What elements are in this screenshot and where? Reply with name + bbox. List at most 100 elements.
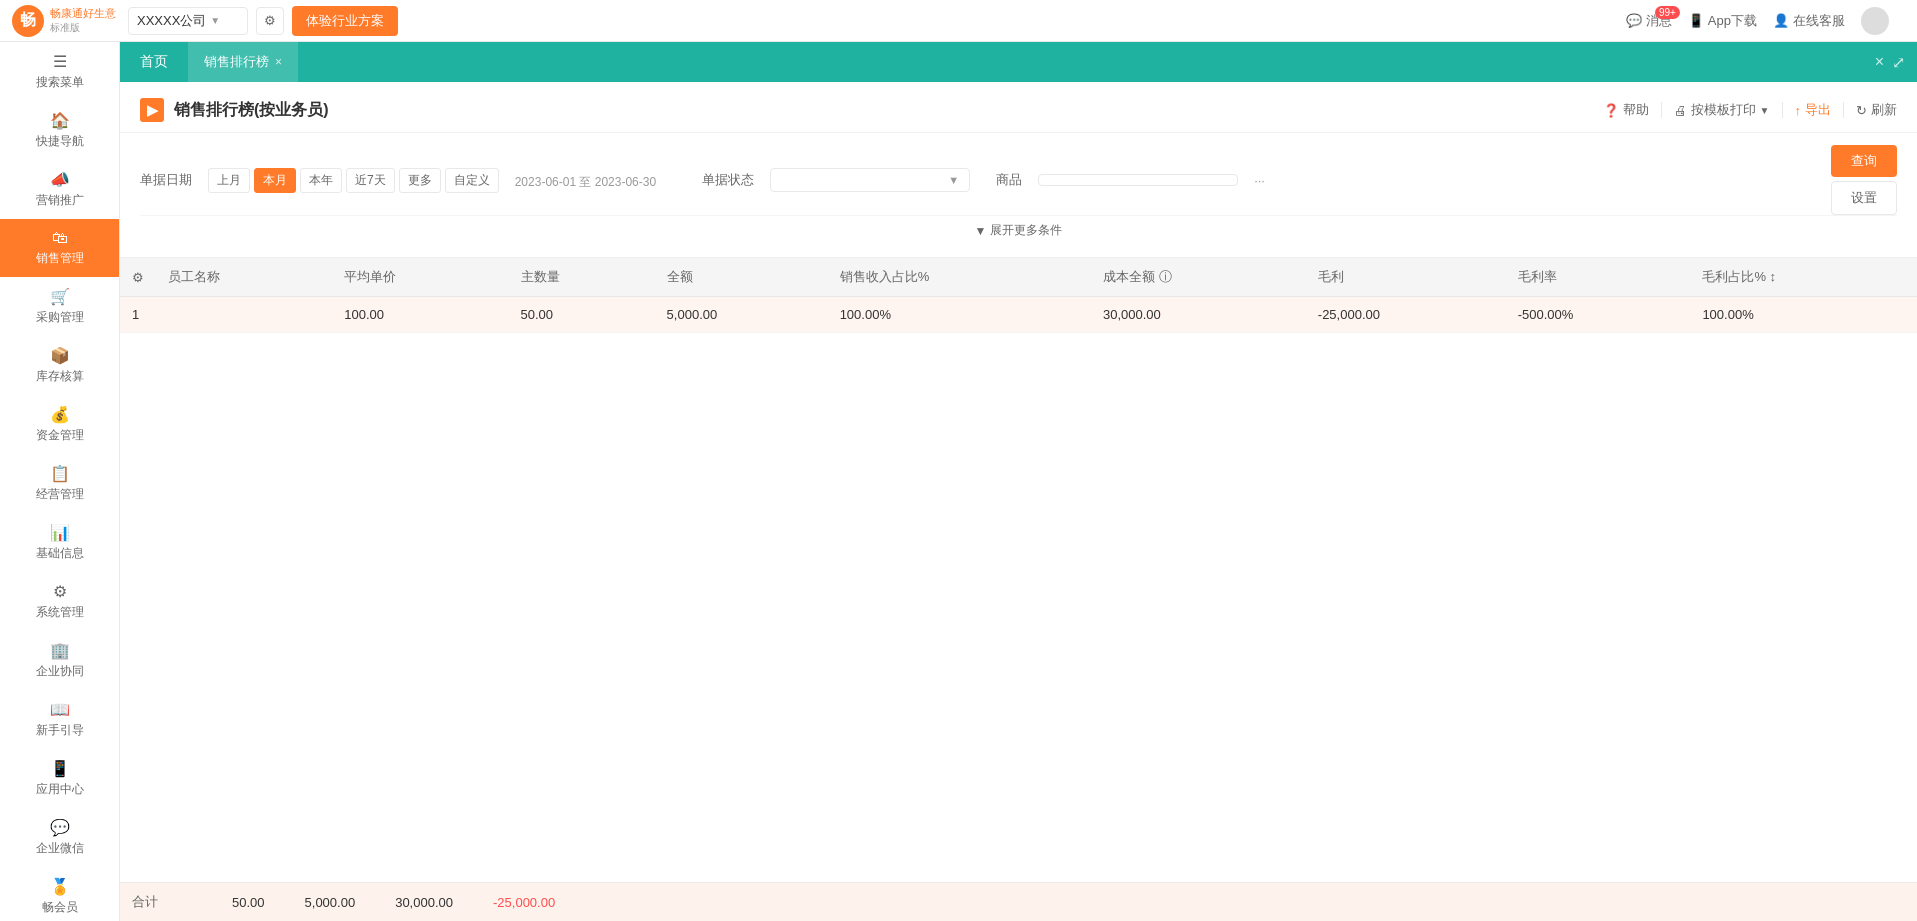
help-btn[interactable]: ❓ 帮助 [1603,101,1649,119]
filter-bar: 单据日期 上月 本月 本年 近7天 更多 自定义 2023-06-01 至 20… [120,133,1917,258]
tab-close-btn[interactable]: × [1875,53,1884,71]
footer-label: 合计 [132,893,192,911]
sidebar-item-purchase[interactable]: 🛒 采购管理 [0,277,119,336]
notification-badge: 99+ [1655,6,1680,19]
print-btn[interactable]: 🖨 按模板打印 ▼ [1674,101,1770,119]
experience-btn[interactable]: 体验行业方案 [292,6,398,36]
company-name: XXXXX公司 [137,12,206,30]
tab-maximize-btn[interactable]: ⤢ [1892,53,1905,72]
basic-icon: 📊 [50,523,70,542]
settings-btn[interactable]: 设置 [1831,181,1897,215]
tab-close-icon[interactable]: × [275,55,282,69]
sidebar-label-wechat: 企业微信 [36,840,84,857]
th-name: 员工名称 [156,258,332,297]
settings-button[interactable]: ⚙ [256,7,284,35]
footer-amount: 5,000.00 [305,895,356,910]
sidebar-label-system: 系统管理 [36,604,84,621]
app-download-icon: 📱 [1688,13,1704,28]
sidebar: ☰ 搜索菜单 🏠 快捷导航 📣 营销推广 🛍 销售管理 🛒 采购管理 📦 [0,42,120,921]
finance-icon: 💰 [50,405,70,424]
wechat-icon: 💬 [50,818,70,837]
sidebar-item-quicknav[interactable]: 🏠 快捷导航 [0,101,119,160]
sidebar-item-wechat[interactable]: 💬 企业微信 [0,808,119,867]
last7-btn[interactable]: 近7天 [346,168,395,193]
status-arrow-icon: ▼ [948,174,959,186]
th-avg-price: 平均单价 [332,258,508,297]
refresh-btn[interactable]: ↻ 刷新 [1856,101,1897,119]
online-service-btn[interactable]: 👤 在线客服 [1773,12,1845,30]
export-btn[interactable]: ↑ 导出 [1795,101,1832,119]
tab-home[interactable]: 首页 [120,42,188,82]
sidebar-label-apps: 应用中心 [36,781,84,798]
th-cost-label: 成本全额 [1103,269,1155,284]
sidebar-label-purchase: 采购管理 [36,309,84,326]
cell-amount: 5,000.00 [655,297,828,333]
member-icon: 🏅 [50,877,70,896]
company-selector[interactable]: XXXXX公司 ▼ [128,7,248,35]
th-gross-pct: 毛利占比% ↕ [1690,258,1917,297]
last-month-btn[interactable]: 上月 [208,168,250,193]
sidebar-item-marketing[interactable]: 📣 营销推广 [0,160,119,219]
sidebar-item-sales[interactable]: 🛍 销售管理 [0,219,119,277]
notification-btn[interactable]: 💬 消息 99+ [1626,12,1672,30]
sidebar-item-member[interactable]: 🏅 畅会员 [0,867,119,921]
th-gross-rate: 毛利率 [1506,258,1691,297]
cost-info-icon[interactable]: ⓘ [1159,269,1172,284]
sidebar-item-guide[interactable]: 📖 新手引导 [0,690,119,749]
table-body: 1 100.00 50.00 5,000.00 100.00% 30,000.0… [120,297,1917,333]
sidebar-item-system[interactable]: ⚙ 系统管理 [0,572,119,631]
table-header: ⚙ 员工名称 平均单价 主数量 全额 销售收入占比% 成本全额 ⓘ [120,258,1917,297]
sidebar-item-basic[interactable]: 📊 基础信息 [0,513,119,572]
sidebar-label-management: 经营管理 [36,486,84,503]
goods-select[interactable] [1038,174,1238,186]
sidebar-label-enterprise: 企业协同 [36,663,84,680]
goods-label: 商品 [996,171,1022,189]
this-year-btn[interactable]: 本年 [300,168,342,193]
custom-btn[interactable]: 自定义 [445,168,499,193]
sidebar-item-apps[interactable]: 📱 应用中心 [0,749,119,808]
expand-btn[interactable]: ▼ 展开更多条件 [975,222,1063,239]
page-actions: ❓ 帮助 🖨 按模板打印 ▼ ↑ 导出 [1603,101,1897,119]
print-arrow-icon: ▼ [1760,105,1770,116]
app-download-btn[interactable]: 📱 App下载 [1688,12,1757,30]
home-icon: 🏠 [50,111,70,130]
status-label: 单据状态 [702,171,754,189]
print-label: 按模板打印 [1691,101,1756,119]
cell-gross-pct: 100.00% [1690,297,1917,333]
sidebar-label-search: 搜索菜单 [36,74,84,91]
footer-gross: -25,000.00 [493,895,555,910]
this-month-btn[interactable]: 本月 [254,168,296,193]
sidebar-item-inventory[interactable]: 📦 库存核算 [0,336,119,395]
cell-sales-pct: 100.00% [828,297,1091,333]
date-range-group: 上月 本月 本年 近7天 更多 自定义 [208,168,499,193]
sidebar-label-basic: 基础信息 [36,545,84,562]
help-label: 帮助 [1623,101,1649,119]
sales-icon: 🛍 [52,229,68,247]
refresh-label: 刷新 [1871,101,1897,119]
marketing-icon: 📣 [50,170,70,189]
gross-pct-info-icon[interactable]: ↕ [1770,269,1777,284]
sidebar-item-management[interactable]: 📋 经营管理 [0,454,119,513]
sidebar-item-enterprise[interactable]: 🏢 企业协同 [0,631,119,690]
print-icon: 🖨 [1674,103,1687,118]
tab-sales-ranking[interactable]: 销售排行榜 × [188,42,298,82]
notification-icon: 💬 [1626,13,1642,28]
app-download-label: App下载 [1708,12,1757,30]
status-select[interactable]: ▼ [770,168,970,192]
more-date-btn[interactable]: 更多 [399,168,441,193]
user-avatar[interactable] [1861,7,1889,35]
page-back-btn[interactable]: ▶ [140,98,164,122]
sidebar-item-finance[interactable]: 💰 资金管理 [0,395,119,454]
date-label: 单据日期 [140,171,192,189]
company-arrow-icon: ▼ [210,15,220,26]
help-icon: ❓ [1603,103,1619,118]
cell-gross-rate: -500.00% [1506,297,1691,333]
tab-bar: 首页 销售排行榜 × × ⤢ [120,42,1917,82]
query-btn[interactable]: 查询 [1831,145,1897,177]
page-header: ▶ 销售排行榜(按业务员) ❓ 帮助 🖨 按模板打印 ▼ [120,82,1917,133]
th-settings[interactable]: ⚙ [120,258,156,297]
more-conditions-btn[interactable]: ··· [1254,173,1265,188]
action-btns-group: 查询 设置 [1831,145,1897,215]
sidebar-item-search[interactable]: ☰ 搜索菜单 [0,42,119,101]
sidebar-label-member: 畅会员 [42,899,78,916]
